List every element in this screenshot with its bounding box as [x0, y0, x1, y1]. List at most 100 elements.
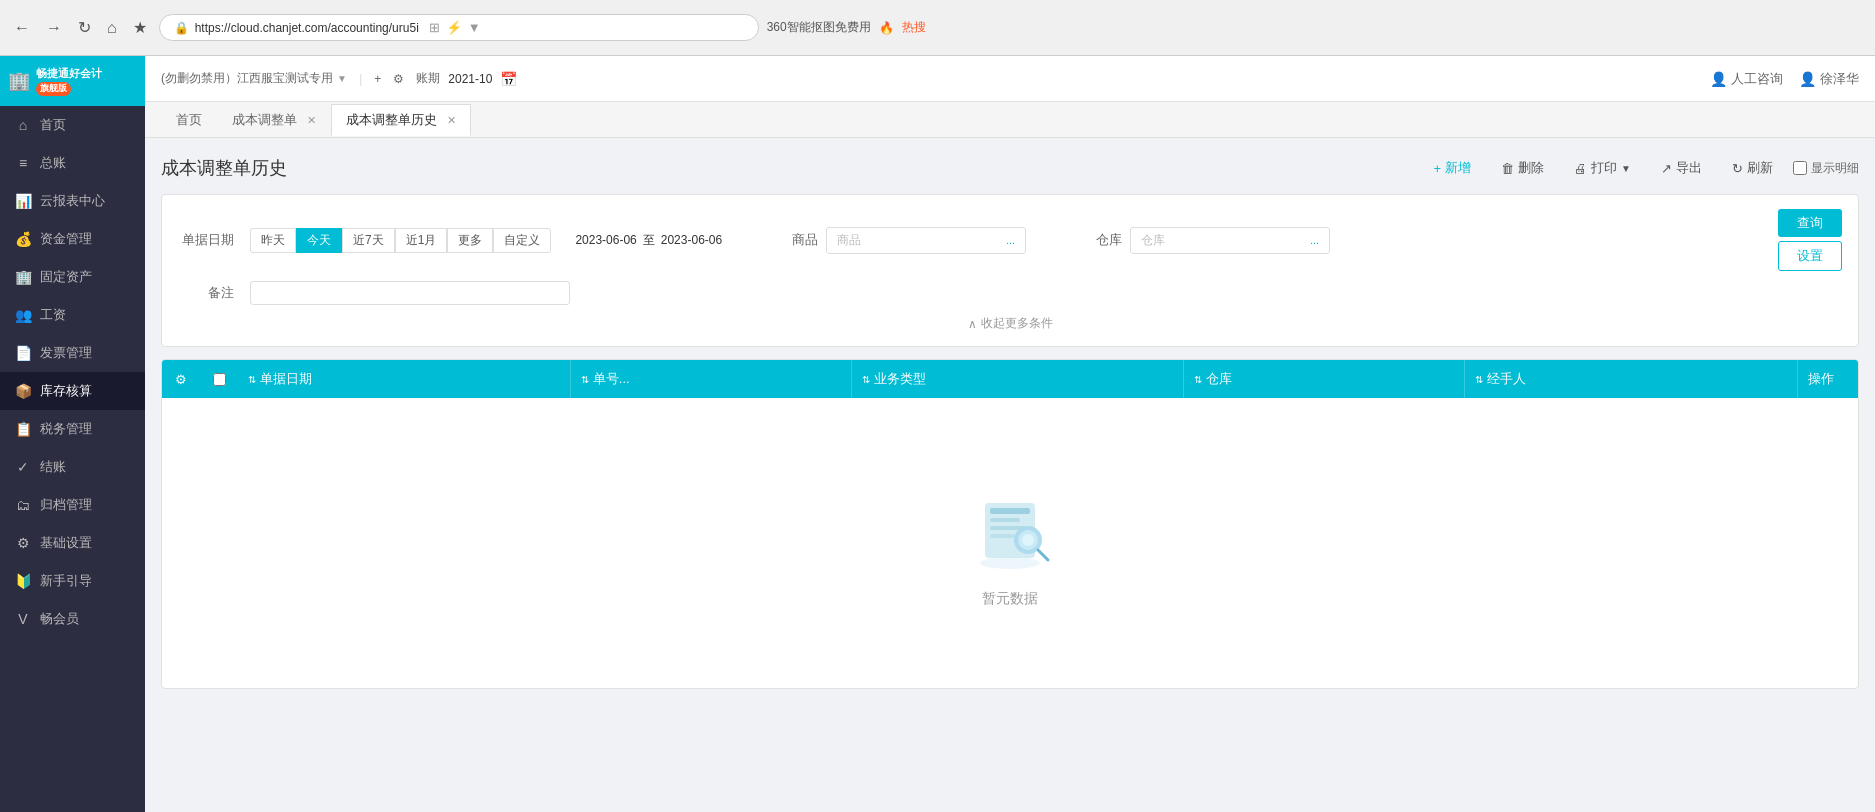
sidebar-item-member[interactable]: V 畅会员 — [0, 600, 145, 638]
tab-bar: 首页 成本调整单 ✕ 成本调整单历史 ✕ — [145, 102, 1875, 138]
th-type[interactable]: ⇅ 业务类型 — [852, 360, 1185, 398]
browser-grid-icon: ⊞ — [429, 20, 440, 35]
refresh-button[interactable]: ↻ 刷新 — [1722, 154, 1783, 182]
date-btn-custom[interactable]: 自定义 — [493, 228, 551, 253]
sidebar-item-label: 库存核算 — [40, 382, 92, 400]
th-type-label: 业务类型 — [874, 370, 926, 388]
show-detail-label: 显示明细 — [1811, 160, 1859, 177]
sidebar-item-close-accounts[interactable]: ✓ 结账 — [0, 448, 145, 486]
sidebar-item-report[interactable]: 📊 云报表中心 — [0, 182, 145, 220]
home-icon: ⌂ — [14, 117, 32, 133]
delete-button[interactable]: 🗑 删除 — [1491, 154, 1554, 182]
show-detail-checkbox[interactable] — [1793, 161, 1807, 175]
search-label: 360智能抠图免费用 — [767, 19, 871, 36]
sidebar-item-capital[interactable]: 💰 资金管理 — [0, 220, 145, 258]
th-sort-icon-operator: ⇅ — [1475, 374, 1483, 385]
sidebar-item-settings[interactable]: ⚙ 基础设置 — [0, 524, 145, 562]
url-bar[interactable]: 🔒 https://cloud.chanjet.com/accounting/u… — [159, 14, 759, 41]
th-operator[interactable]: ⇅ 经手人 — [1465, 360, 1798, 398]
account-settings-icon[interactable]: ⚙ — [393, 72, 404, 86]
print-button[interactable]: 🖨 打印 ▼ — [1564, 154, 1641, 182]
hot-search-icon: 🔥 — [879, 21, 894, 35]
member-icon: V — [14, 611, 32, 627]
calendar-icon[interactable]: 📅 — [500, 71, 517, 87]
sidebar-item-salary[interactable]: 👥 工资 — [0, 296, 145, 334]
export-button[interactable]: ↗ 导出 — [1651, 154, 1712, 182]
tab-cost-adjust-history[interactable]: 成本调整单历史 ✕ — [331, 104, 471, 136]
sidebar-item-label: 发票管理 — [40, 344, 92, 362]
refresh-button[interactable]: ↻ — [74, 14, 95, 41]
tab-cost-adjust-close[interactable]: ✕ — [307, 114, 316, 127]
remark-label: 备注 — [178, 284, 234, 302]
tab-home[interactable]: 首页 — [161, 104, 217, 135]
bookmark-button[interactable]: ★ — [129, 14, 151, 41]
add-button[interactable]: + 新增 — [1424, 154, 1482, 182]
th-warehouse-label: 仓库 — [1206, 370, 1232, 388]
date-btn-yesterday[interactable]: 昨天 — [250, 228, 296, 253]
sidebar-item-invoice[interactable]: 📄 发票管理 — [0, 334, 145, 372]
goods-filter: 商品 商品 ... — [762, 227, 1026, 254]
svg-point-0 — [980, 557, 1040, 569]
sidebar-item-guide[interactable]: 🔰 新手引导 — [0, 562, 145, 600]
account-selector[interactable]: (勿删勿禁用）江西服宝测试专用 ▼ — [161, 70, 347, 87]
date-btn-7days[interactable]: 近7天 — [342, 228, 395, 253]
date-btn-1month[interactable]: 近1月 — [395, 228, 448, 253]
table-settings-btn[interactable]: ⚙ — [162, 372, 200, 387]
sidebar-item-archive[interactable]: 🗂 归档管理 — [0, 486, 145, 524]
th-order-label: 单号... — [593, 370, 630, 388]
th-date[interactable]: ⇅ 单据日期 — [238, 360, 571, 398]
refresh-label: 刷新 — [1747, 159, 1773, 177]
browser-tools: 360智能抠图免费用 🔥 热搜 — [767, 19, 926, 36]
sidebar-item-label: 新手引导 — [40, 572, 92, 590]
goods-select[interactable]: 商品 ... — [826, 227, 1026, 254]
service-label: 人工咨询 — [1731, 70, 1783, 88]
browser-lightning-icon: ⚡ — [446, 20, 462, 35]
tab-cost-adjust-history-close[interactable]: ✕ — [447, 114, 456, 127]
sidebar-item-fixed[interactable]: 🏢 固定资产 — [0, 258, 145, 296]
warehouse-label: 仓库 — [1066, 231, 1122, 249]
query-button[interactable]: 查询 — [1778, 209, 1842, 237]
date-separator: 至 — [643, 232, 655, 249]
th-order[interactable]: ⇅ 单号... — [571, 360, 852, 398]
app-container: 🏢 畅捷通好会计 旗舰版 ⌂ 首页 ≡ 总账 📊 云报表中心 💰 资金管理 — [0, 56, 1875, 812]
date-btn-today[interactable]: 今天 — [296, 228, 342, 253]
tab-home-label: 首页 — [176, 111, 202, 129]
user-name[interactable]: 👤 徐泽华 — [1799, 70, 1859, 88]
back-button[interactable]: ← — [10, 15, 34, 41]
warehouse-more-btn[interactable]: ... — [1310, 234, 1319, 246]
date-to: 2023-06-06 — [661, 233, 722, 247]
delete-icon: 🗑 — [1501, 161, 1514, 176]
date-filter-buttons: 昨天 今天 近7天 近1月 更多 自定义 — [250, 228, 551, 253]
collapse-button[interactable]: ∧ 收起更多条件 — [968, 315, 1053, 332]
user-service[interactable]: 👤 人工咨询 — [1710, 70, 1783, 88]
sidebar-item-tax[interactable]: 📋 税务管理 — [0, 410, 145, 448]
sidebar-item-ledger[interactable]: ≡ 总账 — [0, 144, 145, 182]
url-text: https://cloud.chanjet.com/accounting/uru… — [195, 21, 419, 35]
select-all-checkbox[interactable] — [213, 373, 226, 386]
date-btn-more[interactable]: 更多 — [447, 228, 493, 253]
browser-dropdown-icon: ▼ — [468, 20, 481, 35]
show-detail-container: 显示明细 — [1793, 160, 1859, 177]
add-account-icon[interactable]: + — [374, 72, 381, 86]
empty-state: 暂元数据 — [162, 398, 1858, 688]
tab-cost-adjust[interactable]: 成本调整单 ✕ — [217, 104, 331, 135]
home-button[interactable]: ⌂ — [103, 15, 121, 41]
refresh-icon: ↻ — [1732, 161, 1743, 176]
sidebar-item-inventory[interactable]: 📦 库存核算 — [0, 372, 145, 410]
warehouse-select[interactable]: 仓库 ... — [1130, 227, 1330, 254]
report-icon: 📊 — [14, 193, 32, 209]
svg-rect-5 — [990, 534, 1015, 538]
sidebar-item-label: 税务管理 — [40, 420, 92, 438]
period-value: 2021-10 — [448, 72, 492, 86]
goods-more-btn[interactable]: ... — [1006, 234, 1015, 246]
forward-button[interactable]: → — [42, 15, 66, 41]
account-label: (勿删勿禁用）江西服宝测试专用 — [161, 70, 333, 87]
th-warehouse[interactable]: ⇅ 仓库 — [1184, 360, 1465, 398]
remark-input[interactable] — [250, 281, 570, 305]
settings-button[interactable]: 设置 — [1778, 241, 1842, 271]
th-date-label: 单据日期 — [260, 370, 312, 388]
collapse-label: 收起更多条件 — [981, 315, 1053, 332]
sidebar-item-home[interactable]: ⌂ 首页 — [0, 106, 145, 144]
filter-row-date: 单据日期 昨天 今天 近7天 近1月 更多 自定义 2023-06-06 至 2… — [178, 209, 1842, 271]
table-checkbox-all[interactable] — [200, 373, 238, 386]
